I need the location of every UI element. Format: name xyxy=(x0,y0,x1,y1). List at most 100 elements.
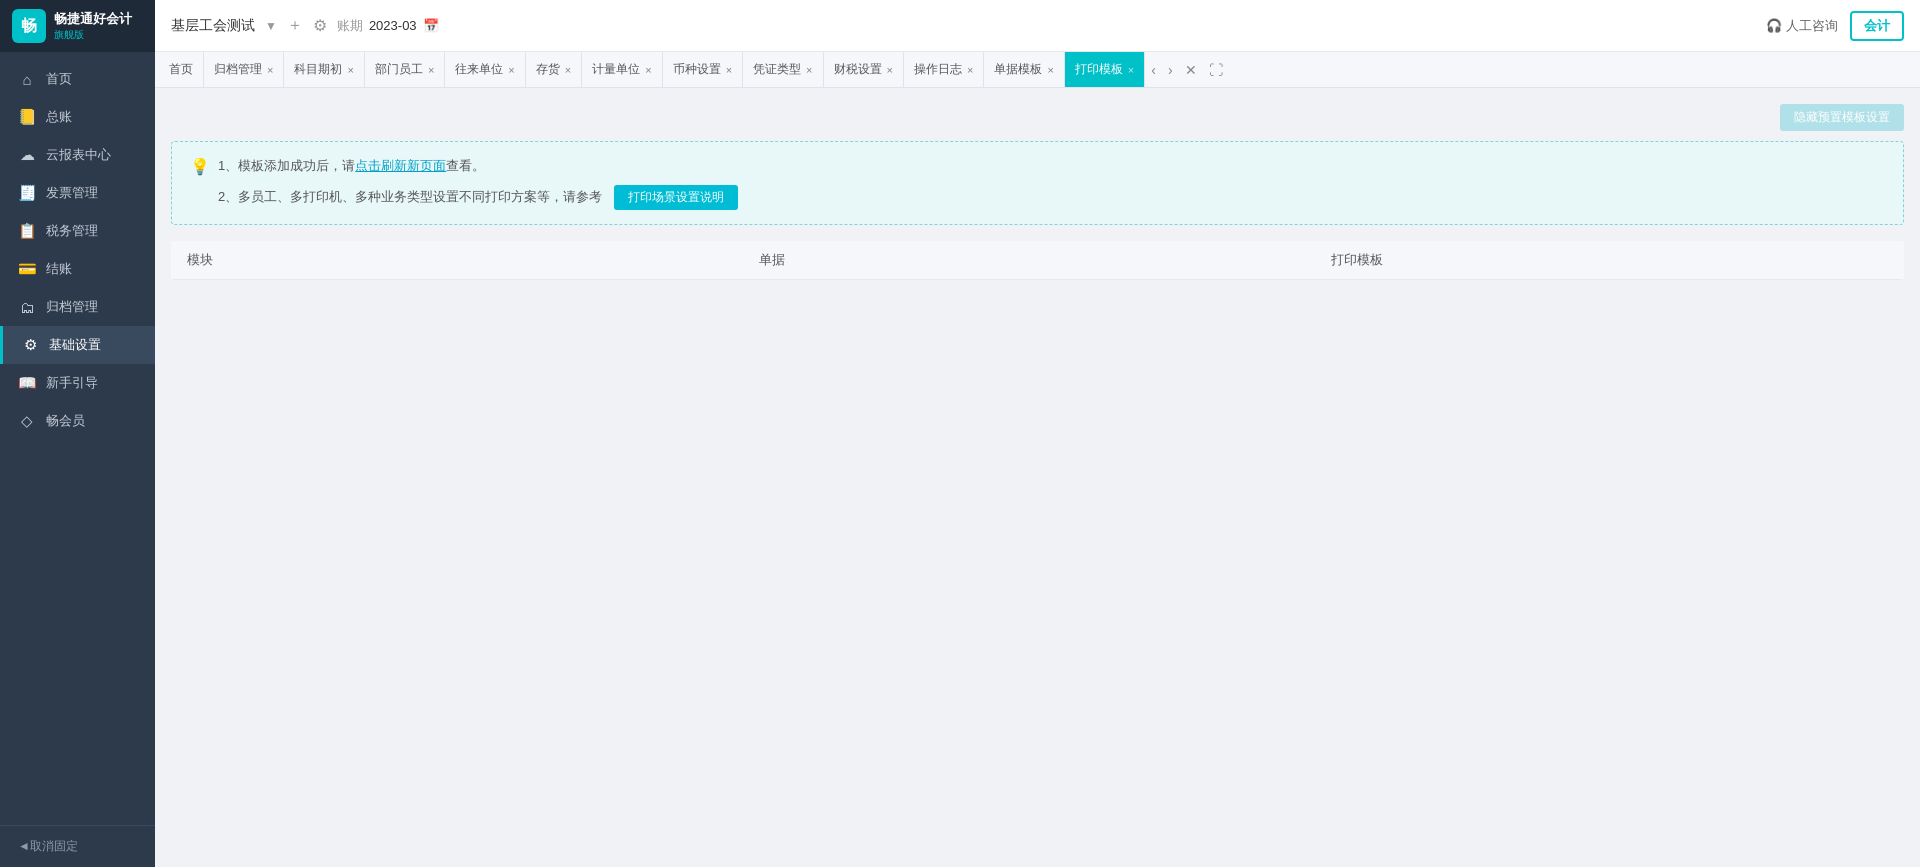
info-line1-after: 查看。 xyxy=(446,158,485,173)
tab-tax_setting[interactable]: 财税设置 × xyxy=(824,52,904,88)
sidebar: 畅 畅捷通好会计 旗舰版 ⌂ 首页 📒 总账 ☁云报表中心🧾发票管理 📋 税务管理 💳结账 🗂 归… xyxy=(0,0,155,867)
settings-icon[interactable]: ⚙ xyxy=(313,16,327,35)
period-value: 2023-03 xyxy=(369,18,417,33)
sidebar-item-guide[interactable]: 📖 新手引导 xyxy=(0,364,155,402)
sidebar-label-settings: 基础设置 xyxy=(49,336,101,354)
tab-close-voucher_type[interactable]: × xyxy=(806,64,812,76)
calendar-icon[interactable]: 📅 xyxy=(423,18,439,33)
tab-close-inventory[interactable]: × xyxy=(565,64,571,76)
sidebar-item-ledger[interactable]: 📒 总账 xyxy=(0,98,155,136)
topbar: 基层工会测试 ▼ ＋ ⚙ 账期 2023-03 📅 🎧 人工咨询 会计 xyxy=(155,0,1920,52)
tab-close-print_template[interactable]: × xyxy=(1128,64,1134,76)
lightbulb-icon: 💡 xyxy=(190,157,210,176)
sidebar-item-archive[interactable]: 🗂 归档管理 xyxy=(0,288,155,326)
tabs-container: 首页归档管理×科目期初×部门员工×往来单位×存货×计量单位×币种设置×凭证类型×… xyxy=(159,52,1145,88)
tab-operation_log[interactable]: 操作日志 × xyxy=(904,52,984,88)
tab-label-voucher_template: 单据模板 xyxy=(994,61,1042,78)
tab-voucher_template[interactable]: 单据模板 × xyxy=(984,52,1064,88)
tab-close-voucher_template[interactable]: × xyxy=(1047,64,1053,76)
info-row-2: 💡 2、多员工、多打印机、多种业务类型设置不同打印方案等，请参考 打印场景设置说… xyxy=(190,185,1885,210)
tab-inventory[interactable]: 存货 × xyxy=(526,52,582,88)
kuaiji-button[interactable]: 会计 xyxy=(1850,11,1904,41)
logo-title: 畅捷通好会计 xyxy=(54,10,132,28)
sidebar-icon-ledger: 📒 xyxy=(18,108,36,126)
close-all-tabs-button[interactable]: ✕ xyxy=(1179,52,1203,88)
main-area: 基层工会测试 ▼ ＋ ⚙ 账期 2023-03 📅 🎧 人工咨询 会计 首页归档… xyxy=(155,0,1920,867)
sidebar-item-reports[interactable]: ☁云报表中心 xyxy=(0,136,155,174)
sidebar-unpin-button[interactable]: ◄取消固定 xyxy=(0,825,155,867)
table-header: 模块 单据 打印模板 xyxy=(171,241,1904,280)
sidebar-icon-settings: ⚙ xyxy=(21,336,39,354)
tab-close-subject[interactable]: × xyxy=(347,64,353,76)
sidebar-label-checkout: 结账 xyxy=(46,260,72,278)
tab-label-partner: 往来单位 xyxy=(455,61,503,78)
refresh-link[interactable]: 点击刷新新页面 xyxy=(355,158,446,173)
sidebar-label-home: 首页 xyxy=(46,70,72,88)
tab-label-department: 部门员工 xyxy=(375,61,423,78)
hide-template-button[interactable]: 隐藏预置模板设置 xyxy=(1780,104,1904,131)
tab-label-tax_setting: 财税设置 xyxy=(834,61,882,78)
logo-sub: 旗舰版 xyxy=(54,28,132,42)
sidebar-item-checkout[interactable]: 💳结账 xyxy=(0,250,155,288)
customer-service-button[interactable]: 🎧 人工咨询 xyxy=(1766,17,1838,35)
topbar-left: 基层工会测试 ▼ ＋ ⚙ 账期 2023-03 📅 xyxy=(171,15,439,36)
sidebar-item-member[interactable]: ◇畅会员 xyxy=(0,402,155,440)
sidebar-nav: ⌂ 首页 📒 总账 ☁云报表中心🧾发票管理 📋 税务管理 💳结账 🗂 归档管理 ⚙ 基础设置 📖 新手引导… xyxy=(0,52,155,825)
sidebar-icon-archive: 🗂 xyxy=(18,299,36,316)
tab-currency[interactable]: 币种设置 × xyxy=(663,52,743,88)
sidebar-label-ledger: 总账 xyxy=(46,108,72,126)
sidebar-label-guide: 新手引导 xyxy=(46,374,98,392)
tab-department[interactable]: 部门员工 × xyxy=(365,52,445,88)
tab-label-operation_log: 操作日志 xyxy=(914,61,962,78)
tab-home[interactable]: 首页 xyxy=(159,52,204,88)
sidebar-item-home[interactable]: ⌂ 首页 xyxy=(0,60,155,98)
sidebar-icon-invoice: 🧾 xyxy=(18,184,36,202)
sidebar-item-settings[interactable]: ⚙ 基础设置 xyxy=(0,326,155,364)
logo-icon: 畅 xyxy=(12,9,46,43)
sidebar-label-archive: 归档管理 xyxy=(46,298,98,316)
tab-partner[interactable]: 往来单位 × xyxy=(445,52,525,88)
sidebar-icon-home: ⌂ xyxy=(18,71,36,88)
col-print-template: 打印模板 xyxy=(1315,241,1904,280)
tab-close-department[interactable]: × xyxy=(428,64,434,76)
company-dropdown-icon[interactable]: ▼ xyxy=(265,19,277,33)
sidebar-item-invoice[interactable]: 🧾发票管理 xyxy=(0,174,155,212)
hide-template-container: 隐藏预置模板设置 xyxy=(171,104,1904,131)
sidebar-logo: 畅 畅捷通好会计 旗舰版 xyxy=(0,0,155,52)
tab-close-operation_log[interactable]: × xyxy=(967,64,973,76)
tab-close-currency[interactable]: × xyxy=(726,64,732,76)
tab-close-partner[interactable]: × xyxy=(508,64,514,76)
tab-archive[interactable]: 归档管理× xyxy=(204,52,284,88)
tab-voucher_type[interactable]: 凭证类型× xyxy=(743,52,823,88)
print-template-table: 模块 单据 打印模板 xyxy=(171,241,1904,280)
tab-close-tax_setting[interactable]: × xyxy=(887,64,893,76)
table-header-row: 模块 单据 打印模板 xyxy=(171,241,1904,280)
tabs-bar: 首页归档管理×科目期初×部门员工×往来单位×存货×计量单位×币种设置×凭证类型×… xyxy=(155,52,1920,88)
tab-label-currency: 币种设置 xyxy=(673,61,721,78)
tabs-next-button[interactable]: › xyxy=(1162,52,1179,88)
info-box: 💡 1、模板添加成功后，请点击刷新新页面查看。 💡 2、多员工、多打印机、多种业… xyxy=(171,141,1904,225)
tab-label-inventory: 存货 xyxy=(536,61,560,78)
tab-subject[interactable]: 科目期初 × xyxy=(284,52,364,88)
info-row-1: 💡 1、模板添加成功后，请点击刷新新页面查看。 xyxy=(190,156,1885,177)
print-explain-button[interactable]: 打印场景设置说明 xyxy=(614,185,738,210)
col-module: 模块 xyxy=(171,241,743,280)
tabs-prev-button[interactable]: ‹ xyxy=(1145,52,1162,88)
sidebar-icon-guide: 📖 xyxy=(18,374,36,392)
tab-unit[interactable]: 计量单位× xyxy=(582,52,662,88)
tab-close-unit[interactable]: × xyxy=(645,64,651,76)
sidebar-icon-reports: ☁ xyxy=(18,146,36,164)
tab-label-home: 首页 xyxy=(169,61,193,78)
sidebar-label-tax: 税务管理 xyxy=(46,222,98,240)
info-line2-text: 2、多员工、多打印机、多种业务类型设置不同打印方案等，请参考 xyxy=(218,189,602,204)
sidebar-icon-tax: 📋 xyxy=(18,222,36,240)
tab-label-print_template: 打印模板 xyxy=(1075,61,1123,78)
info-text-1: 1、模板添加成功后，请点击刷新新页面查看。 xyxy=(218,156,485,177)
add-tab-button[interactable]: ＋ xyxy=(287,15,303,36)
tab-close-archive[interactable]: × xyxy=(267,64,273,76)
expand-tabs-button[interactable]: ⛶ xyxy=(1203,52,1229,88)
tab-print_template[interactable]: 打印模板 × xyxy=(1065,52,1145,88)
tab-label-subject: 科目期初 xyxy=(294,61,342,78)
col-document: 单据 xyxy=(743,241,1315,280)
sidebar-item-tax[interactable]: 📋 税务管理 xyxy=(0,212,155,250)
